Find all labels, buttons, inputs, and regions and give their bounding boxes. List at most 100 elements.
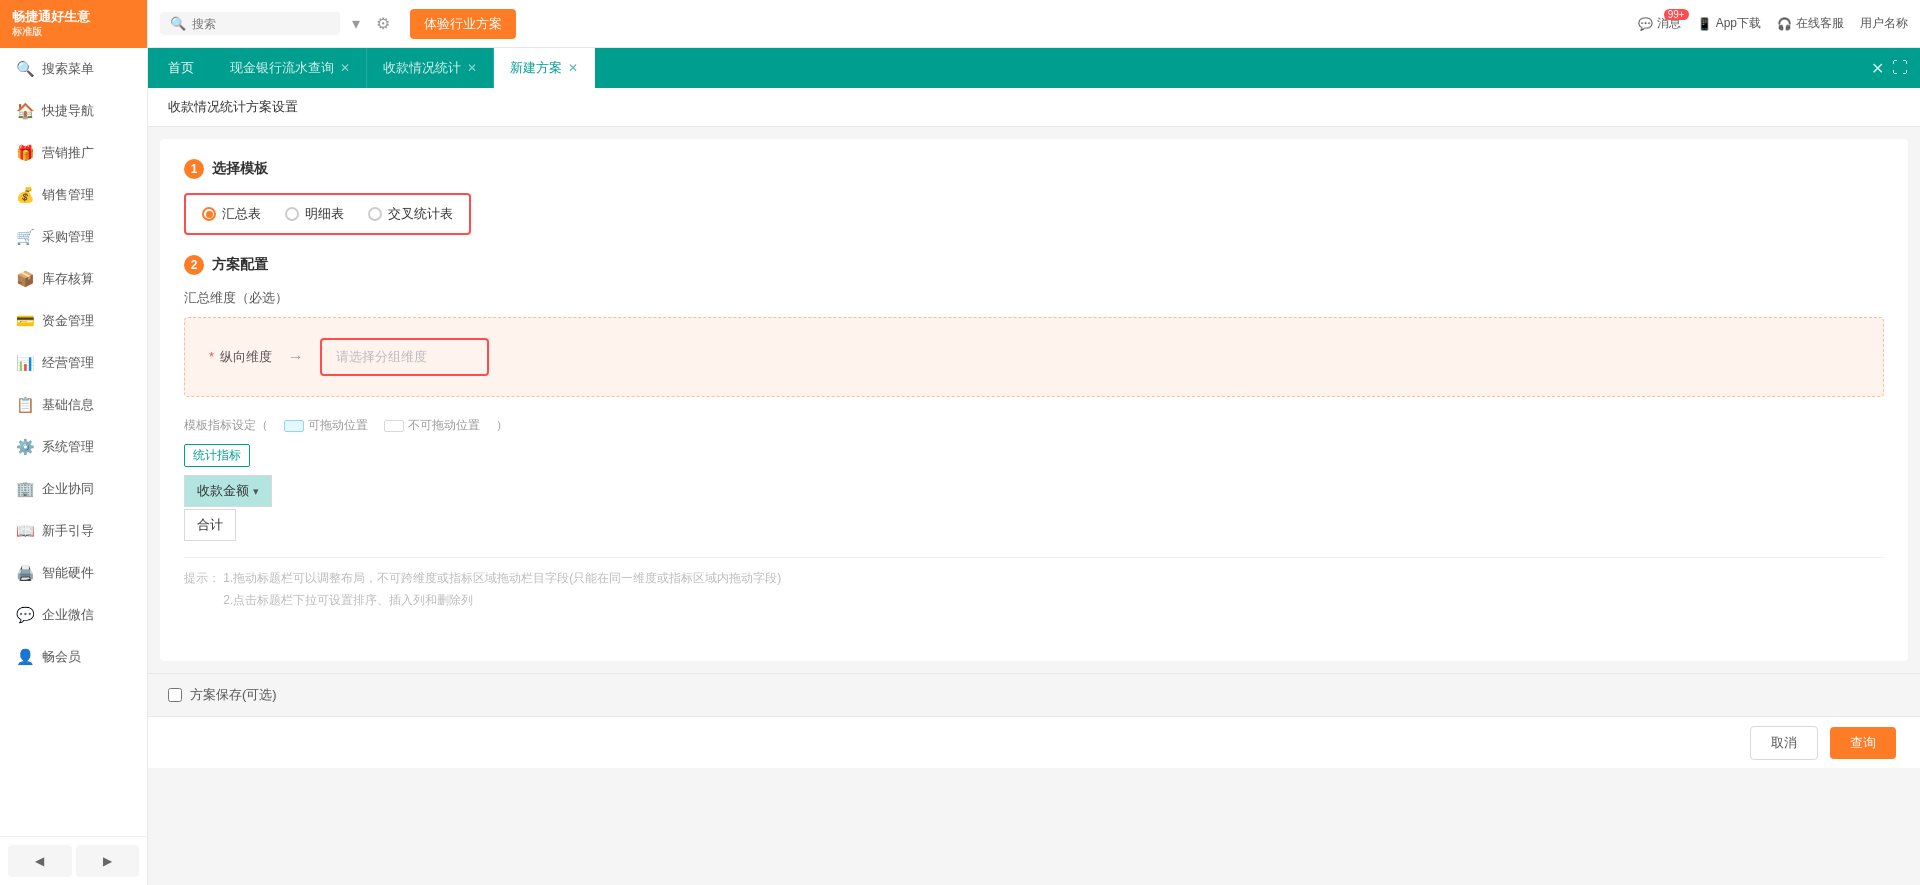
sidebar-item-label: 采购管理 (42, 228, 94, 246)
radio-detail[interactable]: 明细表 (285, 205, 344, 223)
cart-icon: 🛒 (16, 228, 34, 246)
dropdown-arrow-icon[interactable]: ▾ (352, 14, 360, 33)
tab-collection-stats-close-icon[interactable]: ✕ (467, 61, 477, 75)
radio-summary-label: 汇总表 (222, 205, 261, 223)
page-title: 收款情况统计方案设置 (168, 99, 298, 114)
user-icon: 👤 (16, 648, 34, 666)
dimension-label: 汇总维度（必选） (184, 289, 1884, 307)
sidebar-item-label: 新手引导 (42, 522, 94, 540)
sidebar-item-member[interactable]: 👤 畅会员 (0, 636, 147, 678)
main-area: 🔍 ▾ ⚙ 体验行业方案 💬 消息 99+ 📱 App下载 🎧 在线客服 用户名… (148, 0, 1920, 885)
tab-cashflow-close-icon[interactable]: ✕ (340, 61, 350, 75)
save-checkbox[interactable] (168, 688, 182, 702)
sidebar-item-label: 快捷导航 (42, 102, 94, 120)
required-star: * (209, 349, 214, 364)
user-name[interactable]: 用户名称 (1860, 15, 1908, 32)
download-icon: 📱 (1697, 17, 1712, 31)
indicator-cell-total: 合计 (184, 509, 236, 541)
radio-summary[interactable]: 汇总表 (202, 205, 261, 223)
sidebar-item-label: 企业协同 (42, 480, 94, 498)
gear-icon: ⚙️ (16, 438, 34, 456)
tab-collection-stats[interactable]: 收款情况统计 ✕ (367, 48, 494, 88)
sidebar-item-label: 经营管理 (42, 354, 94, 372)
sidebar-item-search-menu[interactable]: 🔍 搜索菜单 (0, 48, 147, 90)
bottom-bar: 取消 查询 (148, 716, 1920, 768)
sidebar-item-label: 搜索菜单 (42, 60, 94, 78)
top-bar: 🔍 ▾ ⚙ 体验行业方案 💬 消息 99+ 📱 App下载 🎧 在线客服 用户名… (148, 0, 1920, 48)
sidebar-item-marketing[interactable]: 🎁 营销推广 (0, 132, 147, 174)
message-icon: 💬 (1638, 17, 1653, 31)
download-btn[interactable]: 📱 App下载 (1697, 15, 1761, 32)
hint1: 提示： 1.拖动标题栏可以调整布局，不可跨维度或指标区域拖动栏目字段(只能在同一… (184, 568, 1884, 590)
service-btn[interactable]: 🎧 在线客服 (1777, 15, 1844, 32)
dimension-arrow-icon: → (288, 348, 304, 366)
sidebar-item-purchase[interactable]: 🛒 采购管理 (0, 216, 147, 258)
printer-icon: 🖨️ (16, 564, 34, 582)
sidebar-item-quick-nav[interactable]: 🏠 快捷导航 (0, 90, 147, 132)
sidebar-item-label: 畅会员 (42, 648, 81, 666)
sidebar-item-base-info[interactable]: 📋 基础信息 (0, 384, 147, 426)
step2-section: 2 方案配置 汇总维度（必选） * 纵向维度 (184, 255, 1884, 621)
query-button[interactable]: 查询 (1830, 727, 1896, 759)
service-label: 在线客服 (1796, 15, 1844, 32)
trial-button[interactable]: 体验行业方案 (410, 9, 516, 39)
radio-detail-label: 明细表 (305, 205, 344, 223)
tab-new-plan[interactable]: 新建方案 ✕ (494, 48, 595, 88)
template-options: 汇总表 明细表 交叉统计表 (184, 193, 471, 235)
indicator-legend: 模板指标设定（ 可拖动位置 不可拖动位置 ） (184, 417, 1884, 434)
search-box[interactable]: 🔍 (160, 12, 340, 35)
sidebar-item-label: 资金管理 (42, 312, 94, 330)
radio-summary-circle (202, 207, 216, 221)
tabs-window-actions: ✕ ⛶ (1871, 59, 1920, 78)
search-input[interactable] (192, 17, 312, 31)
page: 收款情况统计方案设置 1 选择模板 汇总表 (148, 88, 1920, 885)
sidebar-item-enterprise[interactable]: 🏢 企业协同 (0, 468, 147, 510)
step2-header: 2 方案配置 (184, 255, 1884, 275)
close-window-btn[interactable]: ✕ (1871, 59, 1884, 78)
hint-area: 提示： 1.拖动标题栏可以调整布局，不可跨维度或指标区域拖动栏目字段(只能在同一… (184, 557, 1884, 621)
sidebar-item-finance[interactable]: 💳 资金管理 (0, 300, 147, 342)
settings-icon[interactable]: ⚙ (376, 14, 390, 33)
sidebar-item-inventory[interactable]: 📦 库存核算 (0, 258, 147, 300)
row-dimension-row: * 纵向维度 → 请选择分组维度 (209, 338, 1859, 376)
search-icon: 🔍 (170, 16, 186, 31)
search-menu-icon: 🔍 (16, 60, 34, 78)
tab-cashflow[interactable]: 现金银行流水查询 ✕ (214, 48, 367, 88)
sidebar-item-label: 营销推广 (42, 144, 94, 162)
step1-section: 1 选择模板 汇总表 明细表 (184, 159, 1884, 235)
tab-home[interactable]: 首页 (148, 48, 214, 88)
tab-cashflow-label: 现金银行流水查询 (230, 59, 334, 77)
tab-new-plan-close-icon[interactable]: ✕ (568, 61, 578, 75)
form-card: 1 选择模板 汇总表 明细表 (160, 139, 1908, 661)
cancel-button[interactable]: 取消 (1750, 726, 1818, 760)
stats-indicator-title: 统计指标 (184, 444, 250, 467)
indicator-table: 收款金额 ▾ 合计 (184, 475, 1884, 541)
sidebar-item-wechat[interactable]: 💬 企业微信 (0, 594, 147, 636)
step1-header: 1 选择模板 (184, 159, 1884, 179)
step1-num: 1 (184, 159, 204, 179)
save-option-bar: 方案保存(可选) (148, 673, 1920, 716)
sidebar-item-system[interactable]: ⚙️ 系统管理 (0, 426, 147, 468)
radio-cross-label: 交叉统计表 (388, 205, 453, 223)
message-btn[interactable]: 💬 消息 99+ (1638, 15, 1681, 32)
step2-title: 方案配置 (212, 256, 268, 274)
sidebar-item-label: 销售管理 (42, 186, 94, 204)
sidebar-item-smart-hw[interactable]: 🖨️ 智能硬件 (0, 552, 147, 594)
dimension-selector[interactable]: 请选择分组维度 (320, 338, 489, 376)
download-label: App下载 (1716, 15, 1761, 32)
sidebar-item-sales[interactable]: 💰 销售管理 (0, 174, 147, 216)
sidebar-expand-btn[interactable]: ▶ (76, 845, 140, 877)
sidebar-item-label: 基础信息 (42, 396, 94, 414)
indicator-settings: 模板指标设定（ 可拖动位置 不可拖动位置 ） 统计指标 (184, 417, 1884, 541)
sidebar-collapse-btn[interactable]: ◀ (8, 845, 72, 877)
radio-detail-circle (285, 207, 299, 221)
sidebar-item-label: 系统管理 (42, 438, 94, 456)
maximize-window-btn[interactable]: ⛶ (1892, 59, 1908, 77)
box-icon: 📦 (16, 270, 34, 288)
step2-num: 2 (184, 255, 204, 275)
sidebar-item-guide[interactable]: 📖 新手引导 (0, 510, 147, 552)
indicator-cell-amount[interactable]: 收款金额 ▾ (184, 475, 272, 507)
radio-cross[interactable]: 交叉统计表 (368, 205, 453, 223)
sidebar-item-operation[interactable]: 📊 经营管理 (0, 342, 147, 384)
tab-collection-stats-label: 收款情况统计 (383, 59, 461, 77)
